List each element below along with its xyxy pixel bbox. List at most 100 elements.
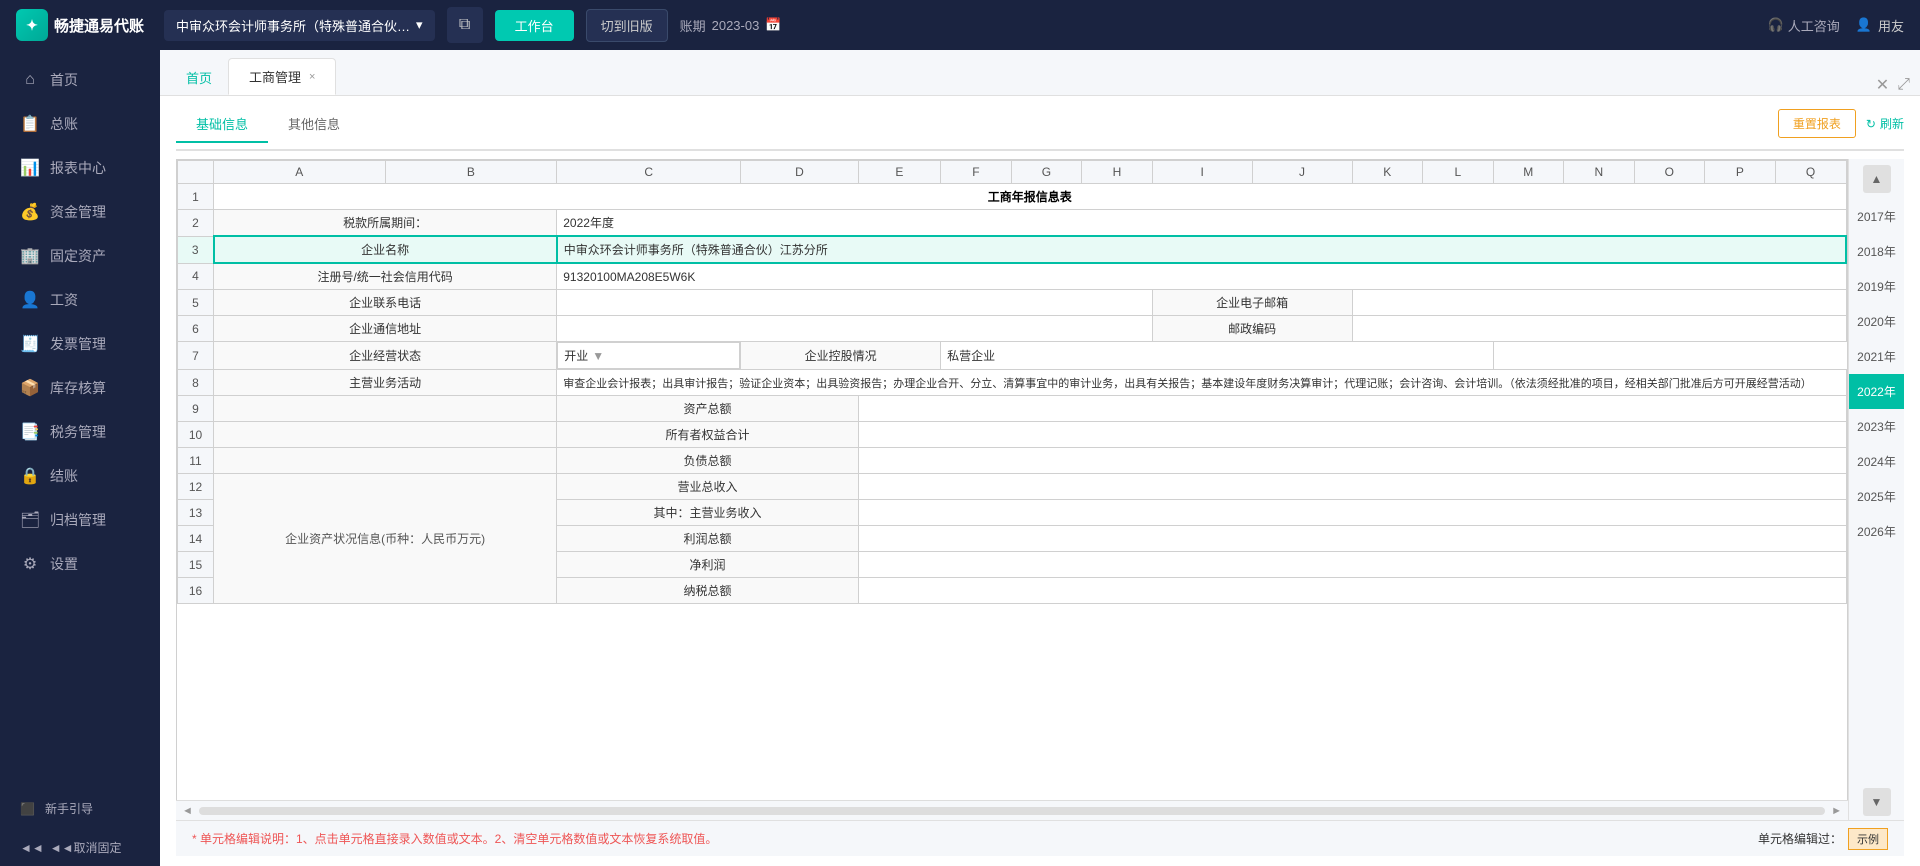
reg-value-cell[interactable]: 91320100MA208E5W6K [557,263,1846,290]
table-row: 4 注册号/统一社会信用代码 91320100MA208E5W6K [178,263,1847,290]
topbar-right: 🎧 人工咨询 👤 用友 [1768,16,1904,35]
year-item-2025[interactable]: 2025年 [1849,479,1904,514]
sidebar-item-general-ledger[interactable]: 📋 总账 [0,102,160,146]
old-version-button[interactable]: 切到旧版 [586,9,668,42]
home-icon: ⌂ [20,71,40,89]
inventory-icon: 📦 [20,378,40,398]
revenue-total-value[interactable] [858,474,1846,500]
app-name: 畅捷通易代账 [54,15,144,36]
company-value-cell[interactable]: 中审众环会计师事务所（特殊普通合伙）江苏分所 [557,236,1846,263]
cell-edit-label: 单元格编辑过： [1758,830,1842,847]
fund-icon: 💰 [20,202,40,222]
year-item-2026[interactable]: 2026年 [1849,514,1904,549]
sidebar-item-fund[interactable]: 💰 资金管理 [0,190,160,234]
spreadsheet-container[interactable]: A B C D E F G H I J K L [176,159,1848,820]
sub-tab-other-info[interactable]: 其他信息 [268,106,360,141]
sidebar-item-tax[interactable]: 📑 税务管理 [0,410,160,454]
ledger-icon: 📋 [20,114,40,134]
period-value-cell[interactable]: 2022年度 [557,210,1846,237]
year-up-button[interactable]: ▲ [1863,165,1891,193]
col-header-p: P [1705,161,1776,184]
sub-tab-basic-label: 基础信息 [196,117,248,132]
scroll-track[interactable] [199,807,1825,815]
sidebar-item-payroll[interactable]: 👤 工资 [0,278,160,322]
sidebar-label-home: 首页 [50,70,78,90]
sidebar-item-inventory[interactable]: 📦 库存核算 [0,366,160,410]
holding-value-cell[interactable]: 私营企业 [941,342,1493,370]
report-icon: 📊 [20,158,40,178]
calendar-icon[interactable]: 📅 [765,17,781,33]
liabilities-label-cell [214,448,557,474]
table-row: 8 主营业务活动 审查企业会计报表；出具审计报告；验证企业资本；出具验资报告；办… [178,370,1847,396]
sidebar-item-report-center[interactable]: 📊 报表中心 [0,146,160,190]
sub-tab-basic-info[interactable]: 基础信息 [176,106,268,143]
company-selector[interactable]: 中审众环会计师事务所（特殊普通合伙… ▾ [164,10,435,41]
consulting-button[interactable]: 🎧 人工咨询 [1768,16,1840,35]
holding-label-cell: 企业控股情况 [741,342,941,370]
sidebar-item-archive[interactable]: 🗂 归档管理 [0,498,160,542]
net-profit-value[interactable] [858,552,1846,578]
sidebar-label-fund: 资金管理 [50,202,106,222]
window-close-button[interactable]: ✕ [1876,75,1889,95]
refresh-button[interactable]: ↻ 刷新 [1866,115,1904,132]
copy-icon-btn[interactable]: ⧉ [447,7,483,43]
row-num-9: 9 [178,396,214,422]
table-row: 10 所有者权益合计 [178,422,1847,448]
chevron-down-icon: ▾ [416,17,423,33]
scroll-left-btn[interactable]: ◄ [176,805,199,817]
col-header-h: H [1082,161,1153,184]
year-item-2021[interactable]: 2021年 [1849,339,1904,374]
sheet-title[interactable]: 工商年报信息表 [214,184,1847,210]
sidebar-item-settings[interactable]: ⚙ 设置 [0,542,160,586]
main-layout: ⌂ 首页 📋 总账 📊 报表中心 💰 资金管理 🏢 固定资产 👤 工资 🧾 发票… [0,50,1920,866]
sidebar-item-invoice[interactable]: 🧾 发票管理 [0,322,160,366]
scroll-right-btn[interactable]: ► [1825,805,1848,817]
email-value-cell[interactable] [1352,290,1846,316]
contact-value-cell[interactable] [557,290,1152,316]
tab-home-label: 首页 [186,71,212,86]
sidebar-item-home[interactable]: ⌂ 首页 [0,58,160,102]
business-value-cell[interactable]: 审查企业会计报表；出具审计报告；验证企业资本；出具验资报告；办理企业合开、分立、… [557,370,1846,396]
guide-icon: ⬛ [20,802,35,816]
sidebar-item-new-guide[interactable]: ⬛ 新手引导 [0,788,160,829]
year-item-2018[interactable]: 2018年 [1849,234,1904,269]
period-info: 账期 2023-03 📅 [680,16,782,35]
postal-label-cell: 邮政编码 [1152,316,1352,342]
sidebar-item-closing[interactable]: 🔒 结账 [0,454,160,498]
workbench-button[interactable]: 工作台 [495,10,574,41]
year-item-2024[interactable]: 2024年 [1849,444,1904,479]
year-item-2019[interactable]: 2019年 [1849,269,1904,304]
year-item-2020[interactable]: 2020年 [1849,304,1904,339]
address-value-cell[interactable] [557,316,1152,342]
profit-value[interactable] [858,526,1846,552]
postal-value-cell[interactable] [1352,316,1846,342]
year-item-2017[interactable]: 2017年 [1849,199,1904,234]
refresh-label: 刷新 [1880,115,1904,132]
equity-value-cell[interactable] [858,422,1846,448]
unpin-button[interactable]: ◄◄ ◄◄取消固定 [0,829,160,866]
col-header-g: G [1011,161,1082,184]
col-header-c: C [557,161,741,184]
tax-value[interactable] [858,578,1846,604]
reset-report-button[interactable]: 重置报表 [1778,109,1856,138]
year-item-2022[interactable]: 2022年 [1849,374,1904,409]
user-avatar-icon: 👤 [1856,17,1872,33]
sidebar-item-fixed-assets[interactable]: 🏢 固定资产 [0,234,160,278]
row-num-15: 15 [178,552,214,578]
year-down-button[interactable]: ▼ [1863,788,1891,816]
contact-label-cell: 企业联系电话 [214,290,557,316]
status-value-cell[interactable]: 开业 ▼ [557,342,740,369]
liabilities-value-cell[interactable] [858,448,1846,474]
year-item-2023[interactable]: 2023年 [1849,409,1904,444]
assets-value-cell[interactable] [858,396,1846,422]
main-revenue-value[interactable] [858,500,1846,526]
tab-home[interactable]: 首页 [170,60,228,95]
window-expand-button[interactable]: ⤢ [1897,76,1910,94]
table-row: 1 工商年报信息表 [178,184,1847,210]
horizontal-scroll-bar[interactable]: ◄ ► [176,800,1848,820]
row-num-7: 7 [178,342,214,370]
tab-industrial-commerce[interactable]: 工商管理 × [228,58,336,95]
col-header-o: O [1634,161,1705,184]
tab-close-button[interactable]: × [309,71,315,83]
col-header-f: F [941,161,1012,184]
